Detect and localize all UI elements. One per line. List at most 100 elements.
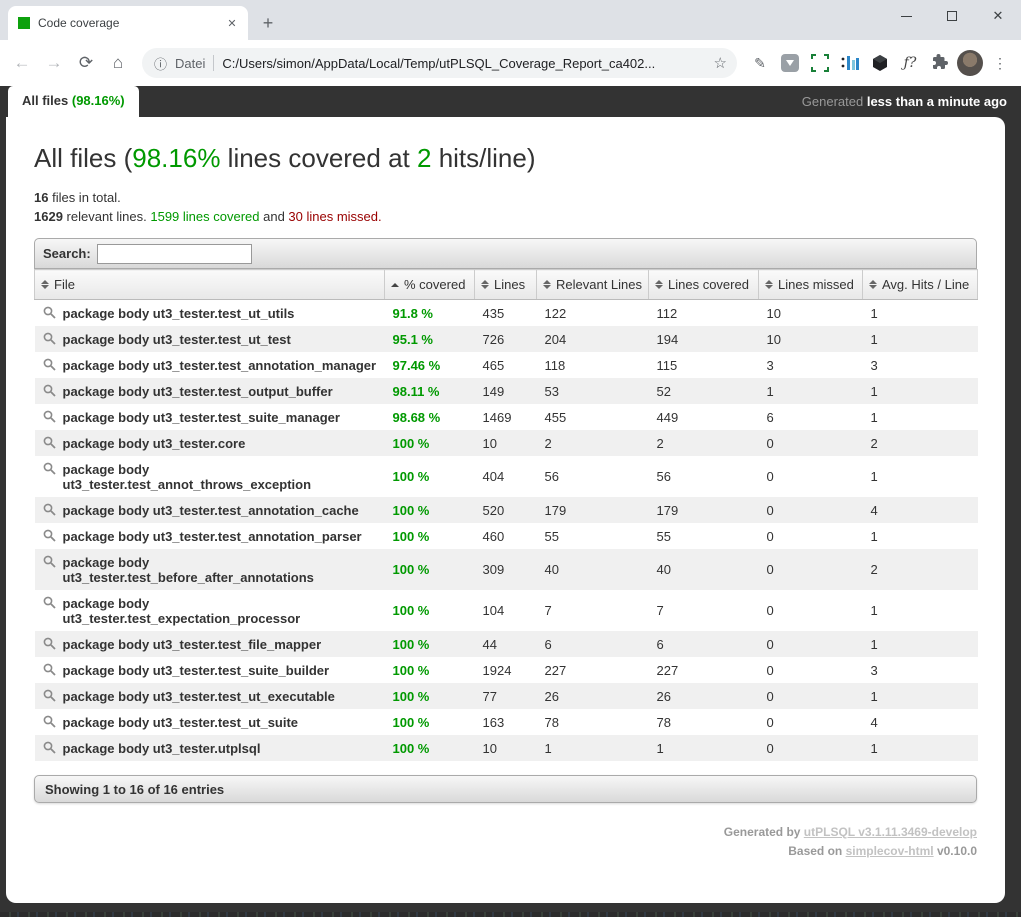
covered-cell: 100 % [385,549,475,590]
file-link[interactable]: package body ut3_tester.test_annotation_… [43,528,381,544]
maximize-button[interactable] [929,0,975,32]
magnifier-icon [43,462,56,475]
magnifier-icon [43,436,56,449]
relevant-cell: 7 [537,590,649,631]
footer-credits: Generated by utPLSQL v3.1.11.3469-develo… [34,823,977,861]
utplsql-version-link[interactable]: utPLSQL v3.1.11.3469-develop [804,825,977,839]
table-row: package body ut3_tester.test_file_mapper… [35,631,978,657]
tab-all-files[interactable]: All files (98.16%) [8,86,139,117]
file-link[interactable]: package body ut3_tester.test_ut_executab… [43,688,381,704]
new-tab-button[interactable]: + [254,9,282,37]
lines-missed-cell: 0 [759,549,863,590]
relevant-cell: 204 [537,326,649,352]
column-header-avg_hits[interactable]: Avg. Hits / Line [863,270,978,300]
lines-cell: 44 [475,631,537,657]
extension-stats-icon[interactable] [837,50,863,76]
file-link[interactable]: package body ut3_tester.test_annot_throw… [43,461,381,492]
close-window-button[interactable]: ✕ [975,0,1021,32]
percent-covered-value: 95.1 % [393,332,433,347]
page-info-icon[interactable]: ⓘ [154,54,167,73]
files-total-line: 16 files in total. [34,188,977,207]
extension-function-help-icon[interactable]: ƒ? [897,50,923,76]
column-header-relevant[interactable]: Relevant Lines [537,270,649,300]
simplecov-html-link[interactable]: simplecov-html [846,844,934,858]
column-label: Lines [494,277,525,292]
file-name: package body ut3_tester.utplsql [63,740,261,756]
column-label: % covered [404,277,465,292]
file-cell: package body ut3_tester.test_ut_suite [35,709,385,735]
file-link[interactable]: package body ut3_tester.test_before_afte… [43,554,381,585]
lines-covered-cell: 227 [649,657,759,683]
file-link[interactable]: package body ut3_tester.test_expectation… [43,595,381,626]
tab-close-icon[interactable]: ✕ [224,15,240,31]
table-row: package body ut3_tester.test_ut_utils91.… [35,300,978,327]
file-name: package body ut3_tester.test_ut_suite [63,714,299,730]
search-input[interactable] [97,244,252,264]
extension-notes-icon[interactable]: ✎ [747,50,773,76]
profile-avatar[interactable] [957,50,983,76]
address-bar[interactable]: ⓘ Datei C:/Users/simon/AppData/Local/Tem… [142,48,737,78]
sort-both-icon [655,280,663,289]
file-name: package body ut3_tester.test_annotation_… [63,357,377,373]
relevant-cell: 56 [537,456,649,497]
file-link[interactable]: package body ut3_tester.test_file_mapper [43,636,381,652]
extension-pdf-icon[interactable] [777,50,803,76]
table-row: package body ut3_tester.test_before_afte… [35,549,978,590]
file-link[interactable]: package body ut3_tester.test_ut_test [43,331,381,347]
table-row: package body ut3_tester.test_annot_throw… [35,456,978,497]
bookmark-star-icon[interactable]: ☆ [714,54,727,72]
column-header-lines[interactable]: Lines [475,270,537,300]
magnifier-icon [43,529,56,542]
sort-both-icon [543,280,551,289]
lines-missed-cell: 0 [759,631,863,657]
browser-tab[interactable]: Code coverage ✕ [8,6,248,40]
file-name: package body ut3_tester.test_annotation_… [63,502,359,518]
lines-missed-cell: 0 [759,709,863,735]
covered-cell: 98.68 % [385,404,475,430]
extension-cube-icon[interactable] [867,50,893,76]
forward-icon[interactable]: → [40,49,68,77]
extension-screenshot-icon[interactable] [807,50,833,76]
file-cell: package body ut3_tester.test_before_afte… [35,549,385,590]
lines-missed-cell: 0 [759,456,863,497]
file-cell: package body ut3_tester.test_annotation_… [35,523,385,549]
relevant-cell: 118 [537,352,649,378]
file-link[interactable]: package body ut3_tester.test_annotation_… [43,502,381,518]
relevant-cell: 1 [537,735,649,761]
lines-covered-cell: 6 [649,631,759,657]
file-cell: package body ut3_tester.test_ut_utils [35,300,385,327]
sort-both-icon [41,280,49,289]
url-text[interactable]: C:/Users/simon/AppData/Local/Temp/utPLSQ… [222,56,705,71]
file-link[interactable]: package body ut3_tester.utplsql [43,740,381,756]
file-link[interactable]: package body ut3_tester.test_suite_manag… [43,409,381,425]
magnifier-icon [43,689,56,702]
back-icon[interactable]: ← [8,49,36,77]
file-link[interactable]: package body ut3_tester.test_output_buff… [43,383,381,399]
percent-covered-value: 100 % [393,469,430,484]
lines-covered-cell: 179 [649,497,759,523]
url-separator [213,55,214,71]
file-link[interactable]: package body ut3_tester.test_annotation_… [43,357,381,373]
column-header-covered[interactable]: % covered [385,270,475,300]
column-header-file[interactable]: File [35,270,385,300]
file-cell: package body ut3_tester.test_output_buff… [35,378,385,404]
minimize-button[interactable] [883,0,929,32]
table-row: package body ut3_tester.test_annotation_… [35,352,978,378]
relevant-cell: 122 [537,300,649,327]
file-link[interactable]: package body ut3_tester.test_ut_suite [43,714,381,730]
magnifier-icon [43,410,56,423]
file-cell: package body ut3_tester.test_annotation_… [35,352,385,378]
file-name: package body ut3_tester.test_expectation… [63,595,381,626]
file-name: package body ut3_tester.test_annot_throw… [63,461,381,492]
reload-icon[interactable]: ⟳ [72,49,100,77]
generated-timestamp: Generated less than a minute ago [802,94,1007,109]
column-header-lines_covered[interactable]: Lines covered [649,270,759,300]
file-link[interactable]: package body ut3_tester.core [43,435,381,451]
file-link[interactable]: package body ut3_tester.test_ut_utils [43,305,381,321]
home-icon[interactable]: ⌂ [104,49,132,77]
column-header-lines_missed[interactable]: Lines missed [759,270,863,300]
extensions-puzzle-icon[interactable] [927,50,953,76]
lines-missed-cell: 10 [759,300,863,327]
browser-menu-icon[interactable]: ⋮ [987,50,1013,76]
file-link[interactable]: package body ut3_tester.test_suite_build… [43,662,381,678]
